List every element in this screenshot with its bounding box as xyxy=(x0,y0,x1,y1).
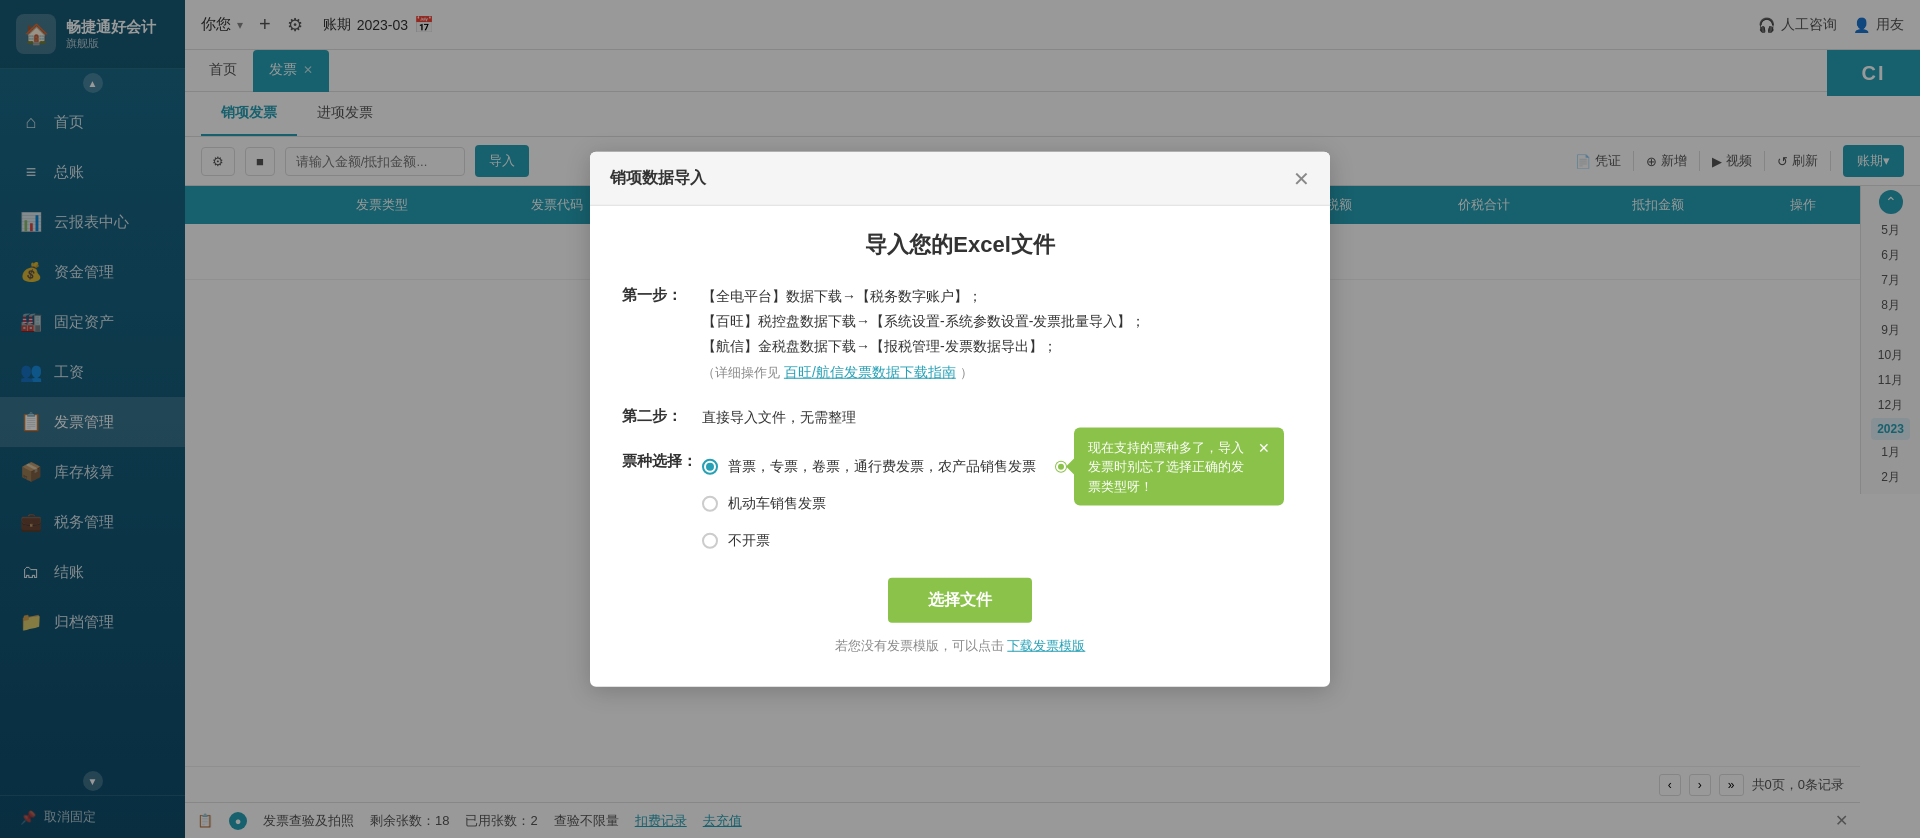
step1: 第一步： 【全电平台】数据下载→【税务数字账户】； 【百旺】税控盘数据下载→【系… xyxy=(622,284,1298,385)
step1-label: 第一步： xyxy=(622,284,702,305)
radio-no-invoice-label: 不开票 xyxy=(728,528,770,553)
step1-line3: 【航信】金税盘数据下载→【报税管理-发票数据导出】； xyxy=(702,334,1298,359)
step2: 第二步： 直接导入文件，无需整理 xyxy=(622,405,1298,430)
download-template-row: 若您没有发票模版，可以点击 下载发票模版 xyxy=(622,636,1298,654)
radio-motor-circle xyxy=(702,495,718,511)
step2-text: 直接导入文件，无需整理 xyxy=(702,409,856,425)
download-prefix: 若您没有发票模版，可以点击 xyxy=(835,637,1004,652)
tooltip-anchor: ✕ 现在支持的票种多了，导入发票时别忘了选择正确的发票类型呀！ xyxy=(1056,461,1066,471)
step2-label: 第二步： xyxy=(622,405,702,426)
radio-no-invoice-option[interactable]: 不开票 xyxy=(702,528,1298,553)
download-template-link[interactable]: 下载发票模版 xyxy=(1007,637,1085,652)
select-file-button[interactable]: 选择文件 xyxy=(888,577,1032,622)
step1-note-link[interactable]: 百旺/航信发票数据下载指南 xyxy=(784,363,956,379)
ticket-type-label: 票种选择： xyxy=(622,450,702,471)
ticket-options: 普票，专票，卷票，通行费发票，农产品销售发票 ✕ 现在支持的票种多了，导入发票时… xyxy=(702,450,1298,554)
radio-group: 普票，专票，卷票，通行费发票，农产品销售发票 ✕ 现在支持的票种多了，导入发票时… xyxy=(702,454,1298,554)
tooltip-arrow xyxy=(1066,458,1074,474)
step1-content: 【全电平台】数据下载→【税务数字账户】； 【百旺】税控盘数据下载→【系统设置-系… xyxy=(702,284,1298,385)
tooltip-close-btn[interactable]: ✕ xyxy=(1258,437,1270,458)
import-dialog: 销项数据导入 ✕ 导入您的Excel文件 第一步： 【全电平台】数据下载→【税务… xyxy=(590,152,1330,687)
radio-normal-circle xyxy=(702,458,718,474)
radio-normal-option[interactable]: 普票，专票，卷票，通行费发票，农产品销售发票 xyxy=(702,454,1036,479)
step1-note: （详细操作见 百旺/航信发票数据下载指南 ） xyxy=(702,359,1298,384)
radio-normal-label: 普票，专票，卷票，通行费发票，农产品销售发票 xyxy=(728,454,1036,479)
radio-motor-label: 机动车销售发票 xyxy=(728,491,826,516)
dialog-body: 导入您的Excel文件 第一步： 【全电平台】数据下载→【税务数字账户】； 【百… xyxy=(590,206,1330,687)
step2-content: 直接导入文件，无需整理 xyxy=(702,405,1298,430)
tooltip-bubble: ✕ 现在支持的票种多了，导入发票时别忘了选择正确的发票类型呀！ xyxy=(1074,427,1284,506)
radio-item-normal: 普票，专票，卷票，通行费发票，农产品销售发票 ✕ 现在支持的票种多了，导入发票时… xyxy=(702,454,1298,479)
tooltip-content: 现在支持的票种多了，导入发票时别忘了选择正确的发票类型呀！ xyxy=(1088,439,1244,493)
step1-note-prefix: （详细操作见 xyxy=(702,364,780,379)
step1-line2: 【百旺】税控盘数据下载→【系统设置-系统参数设置-发票批量导入】； xyxy=(702,309,1298,334)
tooltip-dot xyxy=(1056,461,1066,471)
radio-no-invoice-circle xyxy=(702,533,718,549)
ticket-type-row: 票种选择： 普票，专票，卷票，通行费发票，农产品销售发票 ✕ xyxy=(622,450,1298,554)
step1-line1: 【全电平台】数据下载→【税务数字账户】； xyxy=(702,284,1298,309)
dialog-main-title: 导入您的Excel文件 xyxy=(622,230,1298,260)
dialog-title: 销项数据导入 xyxy=(610,168,706,189)
dialog-header: 销项数据导入 ✕ xyxy=(590,152,1330,206)
dialog-close-button[interactable]: ✕ xyxy=(1293,168,1310,188)
step1-note-suffix: ） xyxy=(960,364,973,379)
